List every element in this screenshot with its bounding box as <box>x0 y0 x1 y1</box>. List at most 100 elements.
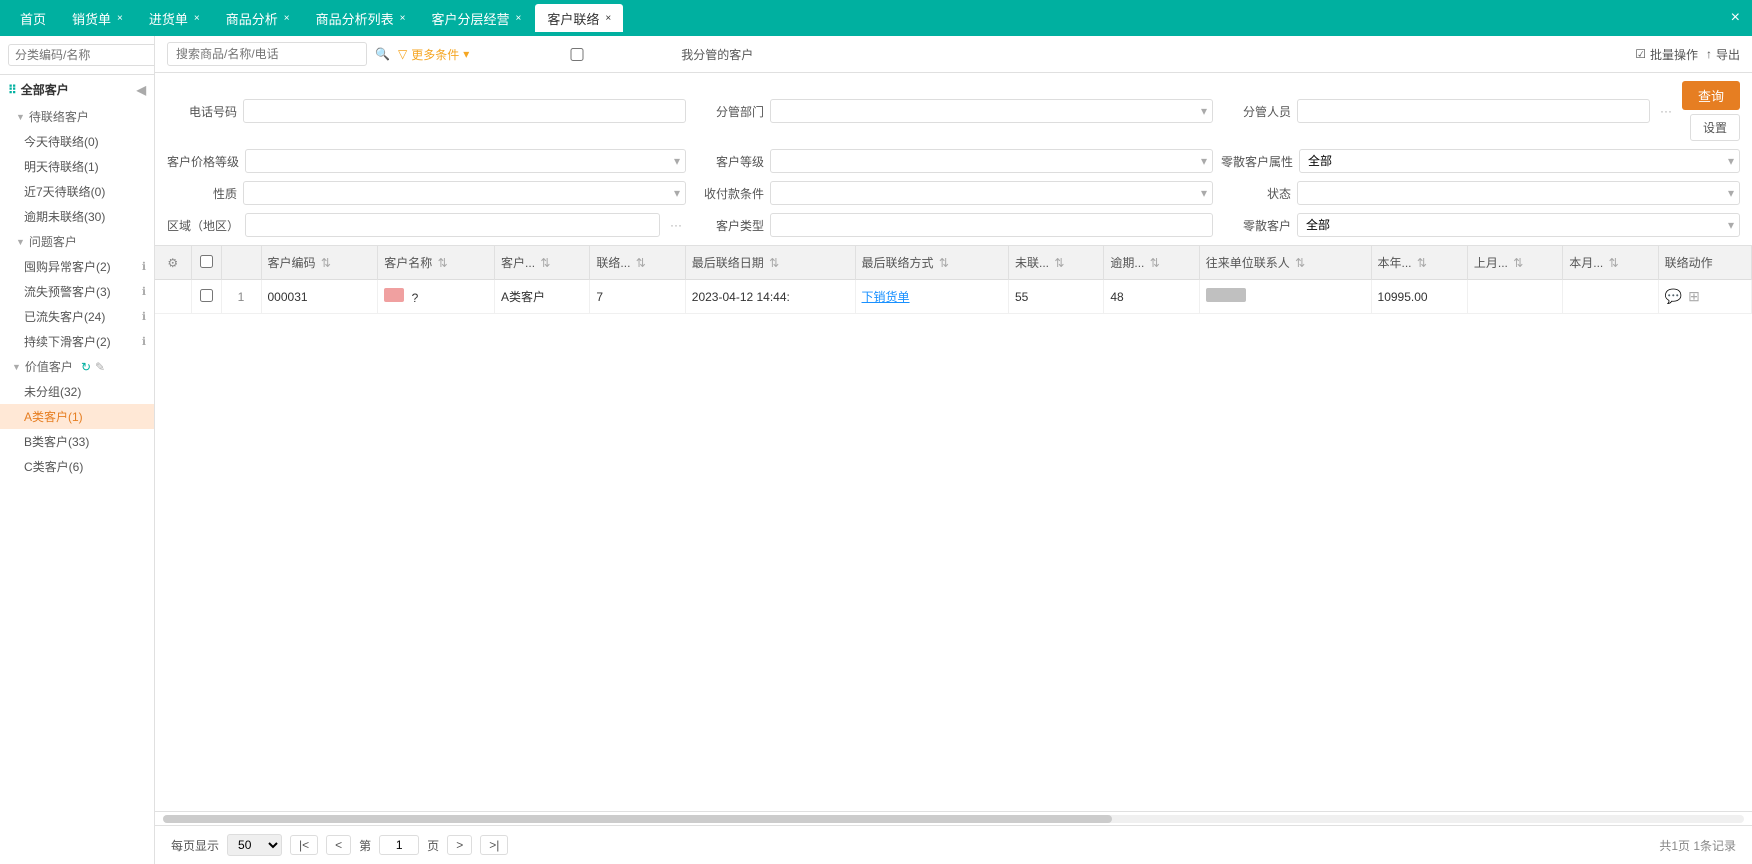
sidebar-item-ungroup[interactable]: 未分组(32) <box>0 379 154 404</box>
scroll-thumb[interactable] <box>163 815 1112 823</box>
grid-icon[interactable]: ⊞ <box>1688 288 1700 305</box>
settings-button[interactable]: 设置 <box>1690 114 1740 141</box>
sidebar-item-declining[interactable]: 持续下滑客户(2) ℹ <box>0 329 154 354</box>
close-customer-tier-tab[interactable]: × <box>515 13 521 24</box>
next-page-btn[interactable]: > <box>447 835 472 855</box>
col-contact-count-header[interactable]: 联络... ⇅ <box>590 246 685 280</box>
main-search-input[interactable] <box>167 42 367 66</box>
close-goods-list-tab[interactable]: × <box>400 13 406 24</box>
nav-tab-customer-contact[interactable]: 客户联络 × <box>535 4 623 32</box>
col-overdue-header[interactable]: 逾期... ⇅ <box>1104 246 1199 280</box>
sidebar-item-today[interactable]: 今天待联络(0) <box>0 129 154 154</box>
filter-cust-level-label: 客户等级 <box>694 153 764 170</box>
filter-cust-level-select[interactable] <box>770 149 1213 173</box>
col-no-contact-header[interactable]: 未联... ⇅ <box>1008 246 1103 280</box>
last-page-btn[interactable]: >| <box>480 835 508 855</box>
refresh-icon[interactable]: ↻ <box>81 360 91 374</box>
last-method-link[interactable]: 下销货单 <box>862 290 910 304</box>
filter-scatter-cust-select[interactable]: 全部 <box>1297 213 1740 237</box>
row-checkbox[interactable] <box>200 289 213 302</box>
filter-nature: 性质 ▾ <box>167 181 686 205</box>
col-this-month-header[interactable]: 本月... ⇅ <box>1563 246 1658 280</box>
col-last-date-header[interactable]: 最后联络日期 ⇅ <box>685 246 855 280</box>
settings-icon[interactable]: ⚙ <box>167 256 178 270</box>
more-filters-btn[interactable]: ▽ 更多条件 ▾ <box>398 46 469 63</box>
sidebar-all-customers[interactable]: ⠿ 全部客户 ◀ <box>0 75 154 104</box>
sidebar-item-c-class[interactable]: C类客户(6) <box>0 454 154 479</box>
filter-person-input[interactable] <box>1297 99 1650 123</box>
nav-tab-goods-list[interactable]: 商品分析列表 × <box>304 4 418 32</box>
sidebar-problem-group[interactable]: 问题客户 <box>0 229 154 254</box>
row-code-cell: 000031 <box>261 280 378 314</box>
filter-person-dots[interactable]: ··· <box>1656 104 1676 118</box>
filter-dept: 分管部门 ▾ <box>694 99 1213 123</box>
filter-scatter-select[interactable]: 全部 <box>1299 149 1740 173</box>
row-settings-cell <box>155 280 191 314</box>
filter-price-select-wrap: ▾ <box>245 149 686 173</box>
sidebar-item-tomorrow[interactable]: 明天待联络(1) <box>0 154 154 179</box>
export-btn[interactable]: ↑ 导出 <box>1706 46 1740 63</box>
sidebar-item-week[interactable]: 近7天待联络(0) <box>0 179 154 204</box>
filter-phone: 电话号码 <box>167 99 686 123</box>
col-type-header[interactable]: 客户... ⇅ <box>495 246 590 280</box>
sidebar-item-overdue[interactable]: 逾期未联络(30) <box>0 204 154 229</box>
content-area: 🔍 ▽ 更多条件 ▾ 我分管的客户 ☑ 批量操作 ↑ 导出 <box>155 36 1752 864</box>
sort-date-icon: ⇅ <box>769 256 779 270</box>
my-customers-checkbox[interactable] <box>477 48 677 61</box>
filter-region-input[interactable] <box>245 213 660 237</box>
sidebar-item-churned[interactable]: 已流失客户(24) ℹ <box>0 304 154 329</box>
filter-region: 区域（地区） ··· <box>167 213 686 237</box>
sidebar-item-b-class[interactable]: B类客户(33) <box>0 429 154 454</box>
sidebar-value-group[interactable]: ▼ 价值客户 ↻ ✎ <box>0 354 154 379</box>
filter-cust-type-input[interactable] <box>770 213 1213 237</box>
col-last-method-header[interactable]: 最后联络方式 ⇅ <box>855 246 1008 280</box>
filter-region-dots[interactable]: ··· <box>666 218 686 232</box>
customers-table: ⚙ 客户编码 ⇅ 客户名称 ⇅ <box>155 246 1752 314</box>
close-sales-tab[interactable]: × <box>117 13 123 24</box>
sidebar-item-abnormal[interactable]: 囤购异常客户(2) ℹ <box>0 254 154 279</box>
filter-dept-select[interactable] <box>770 99 1213 123</box>
page-size-select[interactable]: 50 100 200 <box>227 834 282 856</box>
my-customers-check[interactable]: 我分管的客户 <box>477 46 753 63</box>
sidebar-search-input[interactable] <box>8 44 155 66</box>
filter-nature-select[interactable] <box>243 181 686 205</box>
sidebar-collapse-btn[interactable]: ◀ <box>137 83 146 97</box>
comment-icon[interactable]: 💬 <box>1665 288 1682 305</box>
filter-scatter-attr: 零散客户属性 全部 ▾ <box>1221 149 1740 173</box>
close-goods-analysis-tab[interactable]: × <box>284 13 290 24</box>
info-icon-churned: ℹ <box>142 310 146 323</box>
edit-icon[interactable]: ✎ <box>95 360 105 374</box>
col-contact-person-header[interactable]: 往来单位联系人 ⇅ <box>1199 246 1371 280</box>
horizontal-scrollbar[interactable] <box>155 811 1752 825</box>
first-page-btn[interactable]: |< <box>290 835 318 855</box>
filter-status-select[interactable] <box>1297 181 1740 205</box>
col-code-header[interactable]: 客户编码 ⇅ <box>261 246 378 280</box>
col-last-month-header[interactable]: 上月... ⇅ <box>1467 246 1562 280</box>
nav-tab-sales[interactable]: 销货单 × <box>60 4 135 32</box>
filter-phone-input[interactable] <box>243 99 686 123</box>
col-name-header[interactable]: 客户名称 ⇅ <box>378 246 495 280</box>
batch-op-icon: ☑ <box>1635 47 1646 61</box>
nav-tab-home[interactable]: 首页 <box>8 4 58 32</box>
nav-tab-goods-analysis[interactable]: 商品分析 × <box>214 4 302 32</box>
select-all-checkbox[interactable] <box>200 255 213 268</box>
query-button[interactable]: 查询 <box>1682 81 1740 110</box>
nav-tab-purchase[interactable]: 进货单 × <box>137 4 212 32</box>
close-purchase-tab[interactable]: × <box>194 13 200 24</box>
filter-payment-select[interactable] <box>770 181 1213 205</box>
close-all-tabs[interactable]: × <box>1727 5 1744 31</box>
table-area: ⚙ 客户编码 ⇅ 客户名称 ⇅ <box>155 246 1752 811</box>
close-customer-contact-tab[interactable]: × <box>605 13 611 24</box>
sidebar-item-a-class[interactable]: A类客户(1) <box>0 404 154 429</box>
prev-page-btn[interactable]: < <box>326 835 351 855</box>
page-input[interactable] <box>379 835 419 855</box>
batch-op-btn[interactable]: ☑ 批量操作 <box>1635 46 1698 63</box>
main-search-icon[interactable]: 🔍 <box>375 47 390 61</box>
filter-price-select[interactable] <box>245 149 686 173</box>
filter-actions: 查询 设置 <box>1682 81 1740 141</box>
filter-scatter-wrap: 全部 ▾ <box>1299 149 1740 173</box>
sidebar-pending-group[interactable]: 待联络客户 <box>0 104 154 129</box>
sidebar-item-churn-warning[interactable]: 流失预警客户(3) ℹ <box>0 279 154 304</box>
nav-tab-customer-tier[interactable]: 客户分层经营 × <box>419 4 533 32</box>
col-this-year-header[interactable]: 本年... ⇅ <box>1371 246 1467 280</box>
